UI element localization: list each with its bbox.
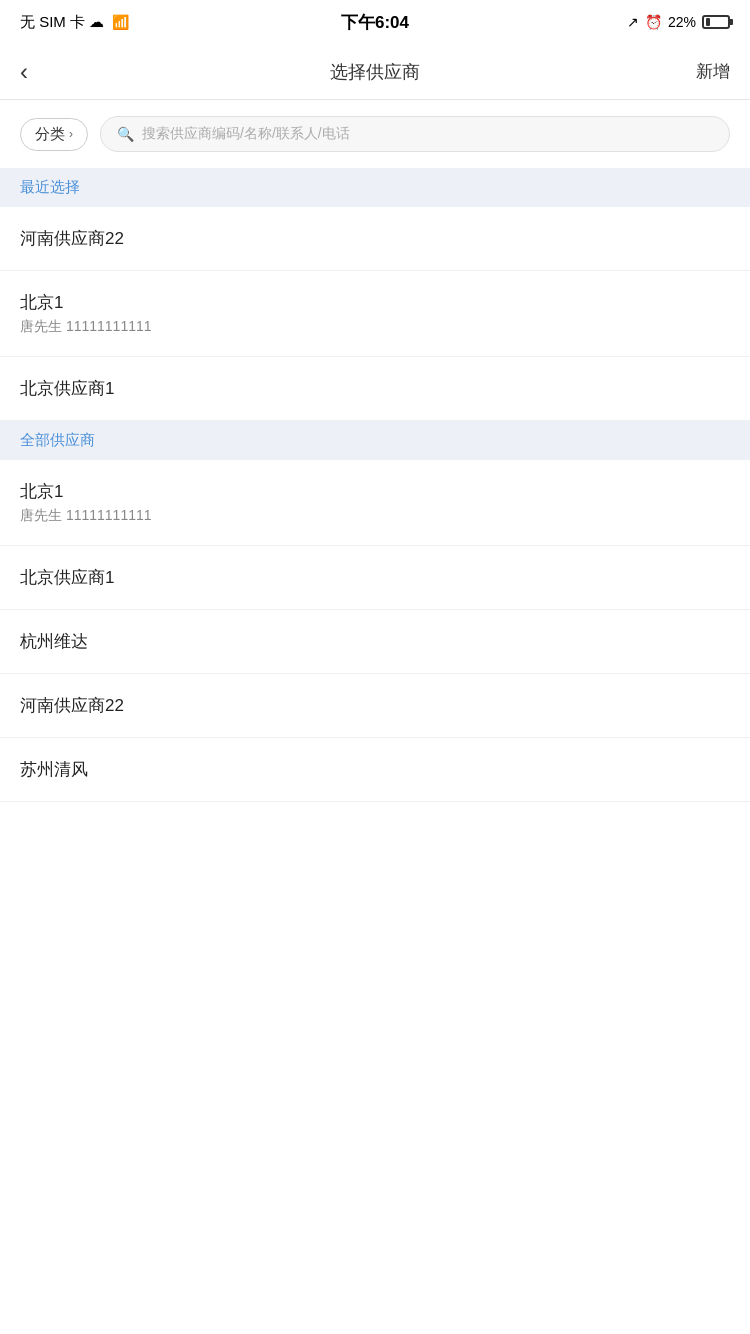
item-sub: 唐先生 11111111111 [20, 507, 730, 525]
list-item[interactable]: 北京1 唐先生 11111111111 [0, 271, 750, 357]
location-icon: ↗ [627, 14, 639, 30]
item-sub: 唐先生 11111111111 [20, 318, 730, 336]
battery-percent: 22% [668, 14, 696, 30]
page-title: 选择供应商 [330, 60, 420, 84]
nav-bar: ‹ 选择供应商 新增 [0, 44, 750, 100]
chevron-right-icon: › [69, 127, 73, 141]
item-name: 北京1 [20, 291, 730, 314]
item-name: 杭州维达 [20, 630, 730, 653]
list-item[interactable]: 苏州清风 [0, 738, 750, 802]
recent-section-header: 最近选择 [0, 168, 750, 207]
filter-bar: 分类 › 🔍 搜索供应商编码/名称/联系人/电话 [0, 100, 750, 168]
item-name: 苏州清风 [20, 758, 730, 781]
item-name: 北京供应商1 [20, 566, 730, 589]
list-item[interactable]: 北京1 唐先生 11111111111 [0, 460, 750, 546]
alarm-icon: ⏰ [645, 14, 662, 30]
wifi-icon: 📶 [112, 14, 129, 30]
recent-list: 河南供应商22 北京1 唐先生 11111111111 北京供应商1 [0, 207, 750, 421]
all-section-label: 全部供应商 [20, 431, 95, 448]
no-sim-label: 无 SIM 卡 ☁ [20, 13, 104, 32]
category-label: 分类 [35, 125, 65, 144]
status-time: 下午6:04 [341, 11, 409, 34]
item-name: 河南供应商22 [20, 694, 730, 717]
battery-icon [702, 15, 730, 29]
item-name: 北京供应商1 [20, 377, 730, 400]
item-name: 河南供应商22 [20, 227, 730, 250]
list-item[interactable]: 河南供应商22 [0, 674, 750, 738]
item-name: 北京1 [20, 480, 730, 503]
all-section-header: 全部供应商 [0, 421, 750, 460]
list-item[interactable]: 河南供应商22 [0, 207, 750, 271]
status-bar: 无 SIM 卡 ☁ 📶 下午6:04 ↗ ⏰ 22% [0, 0, 750, 44]
search-icon: 🔍 [117, 126, 134, 142]
list-item[interactable]: 杭州维达 [0, 610, 750, 674]
search-box[interactable]: 🔍 搜索供应商编码/名称/联系人/电话 [100, 116, 730, 152]
list-item[interactable]: 北京供应商1 [0, 546, 750, 610]
status-left: 无 SIM 卡 ☁ 📶 [20, 13, 129, 32]
search-placeholder: 搜索供应商编码/名称/联系人/电话 [142, 125, 350, 143]
all-list: 北京1 唐先生 11111111111 北京供应商1 杭州维达河南供应商22 苏州清风 [0, 460, 750, 802]
add-button[interactable]: 新增 [696, 60, 730, 83]
list-item[interactable]: 北京供应商1 [0, 357, 750, 421]
recent-section-label: 最近选择 [20, 178, 80, 195]
status-right: ↗ ⏰ 22% [627, 14, 730, 30]
back-button[interactable]: ‹ [12, 50, 36, 94]
category-button[interactable]: 分类 › [20, 118, 88, 151]
